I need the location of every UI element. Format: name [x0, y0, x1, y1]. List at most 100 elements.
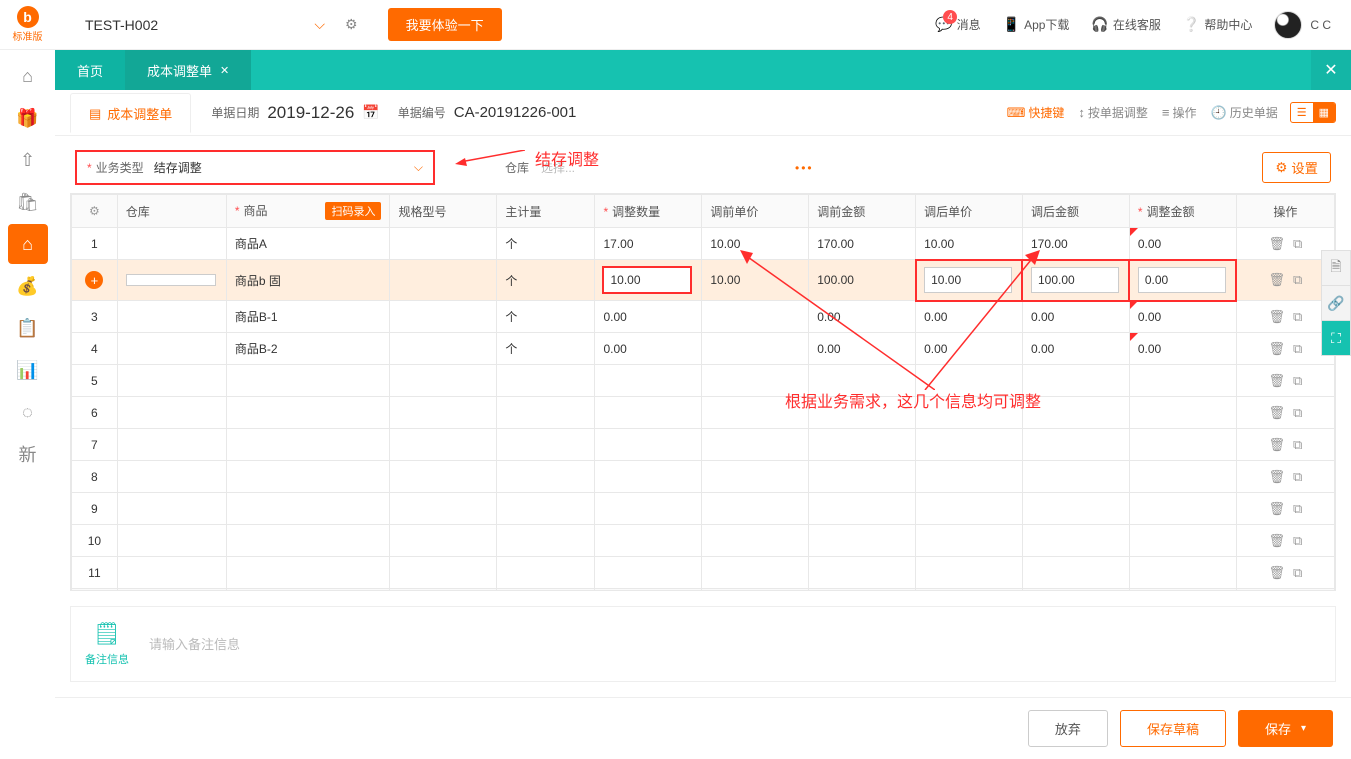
save-button[interactable]: 保存▾: [1238, 710, 1333, 747]
settings-button[interactable]: ⚙设置: [1262, 152, 1331, 183]
gear-icon[interactable]: ⚙: [345, 16, 358, 33]
col-product: *商品扫码录入: [226, 195, 390, 228]
gear-header-icon[interactable]: ⚙: [72, 195, 118, 228]
copy-icon[interactable]: ⧉: [1293, 533, 1302, 548]
delete-icon[interactable]: 🗑: [1268, 236, 1285, 251]
company-select[interactable]: TEST-H002 ⌵: [75, 10, 335, 40]
rt-expand-icon[interactable]: ⛶: [1321, 320, 1351, 356]
sidebar-circle[interactable]: ◌: [8, 392, 48, 432]
sidebar-warehouse[interactable]: ⌂: [8, 224, 48, 264]
col-warehouse: 仓库: [117, 195, 226, 228]
table-row[interactable]: 7🗑⧉: [72, 429, 1335, 461]
sidebar-report[interactable]: 📊: [8, 350, 48, 390]
copy-icon[interactable]: ⧉: [1293, 309, 1302, 324]
delete-icon[interactable]: 🗑: [1268, 405, 1285, 420]
after-price-input[interactable]: 10.00: [924, 267, 1012, 293]
sidebar-bag[interactable]: 🛍: [8, 182, 48, 222]
delete-icon[interactable]: 🗑: [1268, 341, 1285, 356]
copy-icon[interactable]: ⧉: [1293, 469, 1302, 484]
adj-amount-input[interactable]: 0.00: [1138, 267, 1226, 293]
phone-icon: 📱: [1003, 16, 1020, 33]
copy-icon[interactable]: ⧉: [1293, 565, 1302, 580]
table-row[interactable]: 11🗑⧉: [72, 557, 1335, 589]
sidebar-gift[interactable]: 🎁: [8, 98, 48, 138]
delete-icon[interactable]: 🗑: [1268, 501, 1285, 516]
subtotal-row: 小计 27.00 270.00 270.00 0.00: [72, 589, 1335, 592]
table-row[interactable]: 8🗑⧉: [72, 461, 1335, 493]
copy-icon[interactable]: ⧉: [1293, 341, 1302, 356]
copy-icon[interactable]: ⧉: [1293, 437, 1302, 452]
view-grid-icon[interactable]: ▦: [1313, 103, 1335, 122]
app-download-link[interactable]: 📱 App下载: [1003, 16, 1070, 33]
copy-icon[interactable]: ⧉: [1293, 272, 1302, 287]
remark-input[interactable]: [149, 637, 1321, 652]
tab-home[interactable]: 首页: [55, 50, 125, 90]
sidebar-clipboard[interactable]: 📋: [8, 308, 48, 348]
sidebar-money[interactable]: 💰: [8, 266, 48, 306]
sidebar-home[interactable]: ⌂: [8, 56, 48, 96]
message-badge: 4: [943, 10, 957, 24]
logo-icon: b: [17, 6, 39, 28]
close-all-tabs[interactable]: ✕: [1311, 50, 1351, 90]
view-toggle[interactable]: ☰ ▦: [1290, 102, 1336, 123]
col-unit: 主计量: [497, 195, 595, 228]
help-link[interactable]: ❔ 帮助中心: [1183, 16, 1252, 33]
adjust-icon: ↕: [1078, 105, 1085, 120]
copy-icon[interactable]: ⧉: [1293, 373, 1302, 388]
save-draft-button[interactable]: 保存草稿: [1120, 710, 1226, 747]
messages-link[interactable]: 💬 消息 4: [935, 16, 980, 33]
table-wrap: ⚙ 仓库 *商品扫码录入 规格型号 主计量 *调整数量 调前单价 调前金额 调后…: [70, 193, 1336, 591]
delete-icon[interactable]: 🗑: [1268, 309, 1285, 324]
table-row[interactable]: 3商品B-1个0.000.000.000.000.00🗑⧉: [72, 301, 1335, 333]
remark-icon: 🗒 备注信息: [85, 621, 129, 667]
footer: 放弃 保存草稿 保存▾: [55, 697, 1351, 759]
operation-link[interactable]: ≡操作: [1162, 104, 1197, 121]
delete-icon[interactable]: 🗑: [1268, 373, 1285, 388]
right-toolbar: 🗎 🔗 ⛶: [1321, 250, 1351, 355]
table-row[interactable]: 1商品A个17.0010.00170.0010.00170.000.00🗑⧉: [72, 228, 1335, 260]
add-row-icon[interactable]: +: [85, 271, 103, 289]
customer-service-link[interactable]: 🎧 在线客服: [1091, 16, 1160, 33]
col-adj-amount: *调整金额: [1129, 195, 1236, 228]
delete-icon[interactable]: 🗑: [1268, 533, 1285, 548]
copy-icon[interactable]: ⧉: [1293, 236, 1302, 251]
close-icon[interactable]: ✕: [220, 64, 229, 77]
delete-icon[interactable]: 🗑: [1268, 565, 1285, 580]
sidebar-up[interactable]: ⇧: [8, 140, 48, 180]
page-tab[interactable]: ▤ 成本调整单: [70, 93, 191, 133]
table-row[interactable]: +商品b 固个10.0010.00100.0010.00100.000.00🗑⧉: [72, 260, 1335, 301]
avatar[interactable]: [1274, 11, 1302, 39]
sidebar-new[interactable]: 新: [8, 434, 48, 474]
table-row[interactable]: 5🗑⧉: [72, 365, 1335, 397]
delete-icon[interactable]: 🗑: [1268, 272, 1285, 287]
headset-icon: 🎧: [1091, 16, 1108, 33]
qty-input[interactable]: 10.00: [603, 267, 691, 293]
rt-link-icon[interactable]: 🔗: [1321, 285, 1351, 321]
help-icon: ❔: [1183, 16, 1200, 33]
table-row[interactable]: 6🗑⧉: [72, 397, 1335, 429]
delete-icon[interactable]: 🗑: [1268, 437, 1285, 452]
list-icon: ≡: [1162, 105, 1170, 120]
view-list-icon[interactable]: ☰: [1291, 103, 1313, 122]
by-doc-link[interactable]: ↕按单据调整: [1078, 104, 1148, 121]
delete-icon[interactable]: 🗑: [1268, 469, 1285, 484]
try-button[interactable]: 我要体验一下: [388, 8, 502, 41]
tab-cost-adjust[interactable]: 成本调整单 ✕: [125, 50, 251, 90]
calendar-icon[interactable]: 📅: [362, 104, 379, 121]
history-link[interactable]: 🕘历史单据: [1211, 104, 1278, 121]
discard-button[interactable]: 放弃: [1028, 710, 1108, 747]
copy-icon[interactable]: ⧉: [1293, 405, 1302, 420]
after-amount-input[interactable]: 100.00: [1031, 267, 1119, 293]
copy-icon[interactable]: ⧉: [1293, 501, 1302, 516]
more-icon[interactable]: •••: [795, 161, 814, 175]
doc-date: 单据日期 2019-12-26 📅: [211, 103, 379, 123]
hotkey-link[interactable]: ⌨快捷键: [1007, 104, 1065, 121]
table-row[interactable]: 4商品B-2个0.000.000.000.000.00🗑⧉: [72, 333, 1335, 365]
scan-button[interactable]: 扫码录入: [325, 202, 381, 220]
table-row[interactable]: 9🗑⧉: [72, 493, 1335, 525]
warehouse-select[interactable]: 仓库 选择...: [505, 159, 575, 176]
rt-note-icon[interactable]: 🗎: [1321, 250, 1351, 286]
warehouse-input[interactable]: [126, 274, 216, 286]
business-type-select[interactable]: * 业务类型 结存调整 ⌵: [75, 150, 435, 185]
table-row[interactable]: 10🗑⧉: [72, 525, 1335, 557]
